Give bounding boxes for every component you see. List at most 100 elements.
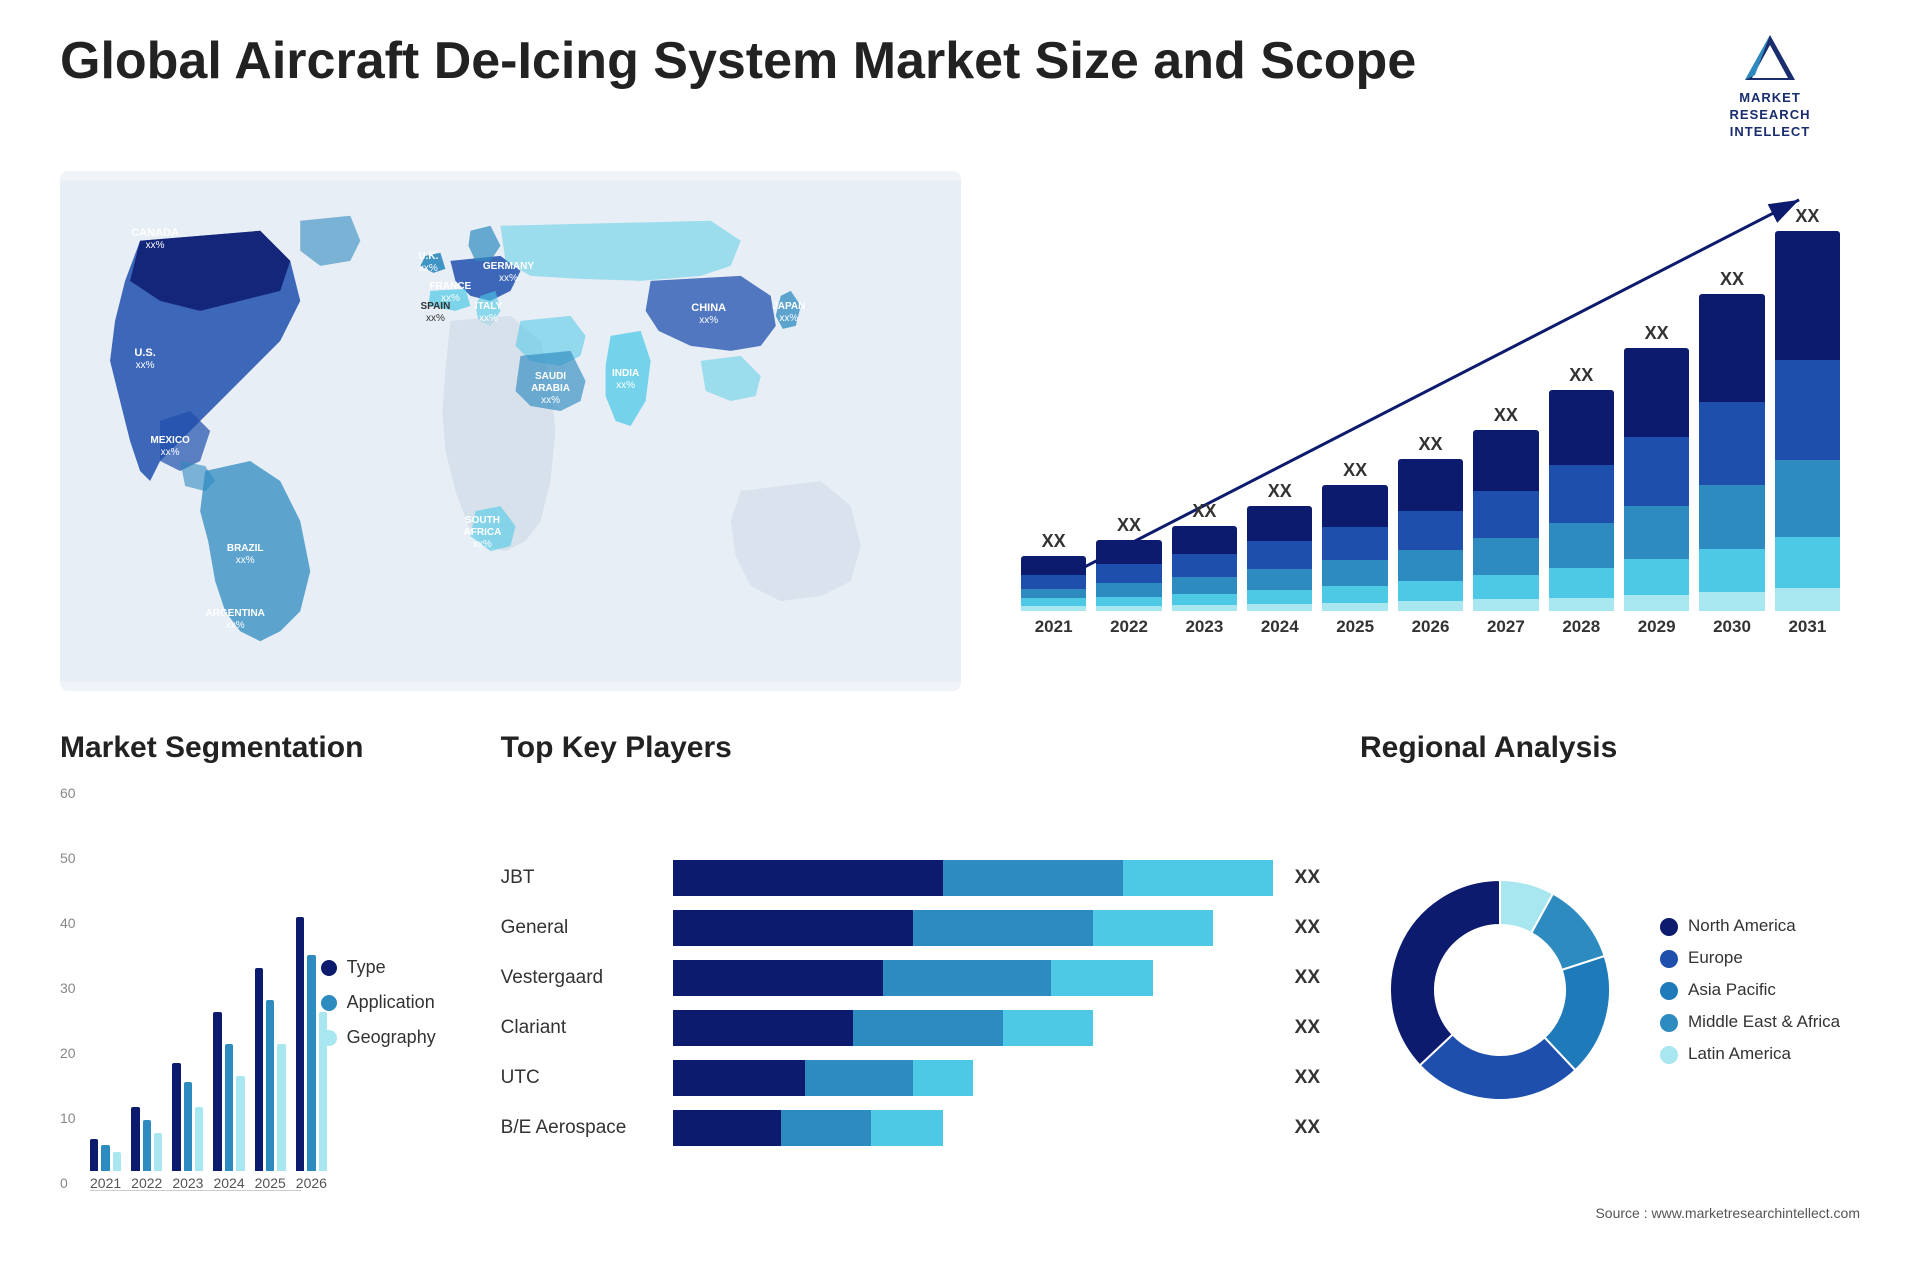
seg-year-group: 2025 xyxy=(255,968,286,1191)
bar-stacked xyxy=(1699,294,1764,610)
bar-segment-1 xyxy=(1398,511,1463,550)
seg-bar-0 xyxy=(255,968,263,1171)
svg-text:xx%: xx% xyxy=(226,620,245,631)
header: Global Aircraft De-Icing System Market S… xyxy=(60,30,1860,141)
seg-year-label: 2026 xyxy=(296,1175,327,1191)
bar-segment-3 xyxy=(1549,568,1614,598)
bar-group: XX xyxy=(1473,405,1538,611)
bar-segment-2 xyxy=(1247,569,1312,590)
seg-bar-2 xyxy=(277,1044,285,1171)
segmentation-title: Market Segmentation xyxy=(60,731,461,765)
reg-legend-label: Asia Pacific xyxy=(1688,980,1776,1000)
svg-text:xx%: xx% xyxy=(419,263,438,274)
svg-text:xx%: xx% xyxy=(236,555,255,566)
svg-text:U.S.: U.S. xyxy=(134,347,155,359)
top-section: CANADA xx% U.S. xx% MEXICO xx% BRAZIL xx… xyxy=(60,171,1860,691)
bar-segment-3 xyxy=(1021,598,1086,605)
logo-text: MARKET RESEARCH INTELLECT xyxy=(1730,90,1811,141)
player-bar-dark xyxy=(673,910,913,946)
y-label: 40 xyxy=(60,915,76,931)
bar-segment-0 xyxy=(1473,430,1538,491)
bar-group: XX xyxy=(1549,365,1614,611)
bar-value-label: XX xyxy=(1569,365,1593,386)
bar-segment-3 xyxy=(1247,590,1312,604)
page-wrapper: Global Aircraft De-Icing System Market S… xyxy=(0,0,1920,1261)
bar-segment-3 xyxy=(1775,537,1840,588)
bar-segment-0 xyxy=(1322,485,1387,527)
bar-segment-1 xyxy=(1699,402,1764,485)
player-bar-wrap xyxy=(673,960,1273,996)
player-bar-inner xyxy=(673,1060,1273,1096)
bar-segment-4 xyxy=(1322,603,1387,610)
reg-legend-label: North America xyxy=(1688,916,1796,936)
bar-segment-1 xyxy=(1775,360,1840,460)
svg-text:GERMANY: GERMANY xyxy=(483,261,534,272)
player-bar-wrap xyxy=(673,1010,1273,1046)
bar-segment-1 xyxy=(1247,541,1312,569)
svg-text:ITALY: ITALY xyxy=(475,301,503,312)
svg-text:xx%: xx% xyxy=(616,380,635,391)
player-bar-light xyxy=(871,1110,943,1146)
seg-year-label: 2022 xyxy=(131,1175,162,1191)
player-bar-inner xyxy=(673,960,1273,996)
logo-area: MARKET RESEARCH INTELLECT xyxy=(1680,30,1860,141)
bar-value-label: XX xyxy=(1268,481,1292,502)
player-value: XX xyxy=(1295,917,1320,939)
players-list: JBTXXGeneralXXVestergaardXXClariantXXUTC… xyxy=(501,785,1320,1221)
svg-text:CHINA: CHINA xyxy=(691,302,726,314)
svg-text:xx%: xx% xyxy=(779,313,798,324)
bar-group: XX xyxy=(1172,501,1237,611)
player-bar-inner xyxy=(673,1010,1273,1046)
player-row: UTC XX xyxy=(501,1060,1320,1096)
player-name: UTC xyxy=(501,1067,661,1089)
svg-text:ARGENTINA: ARGENTINA xyxy=(205,608,264,619)
bar-stacked xyxy=(1322,485,1387,610)
svg-text:CANADA: CANADA xyxy=(131,226,179,238)
bar-value-label: XX xyxy=(1795,206,1819,227)
bottom-section: Market Segmentation 6050403020100 202120… xyxy=(60,731,1860,1221)
seg-bar-0 xyxy=(90,1139,98,1171)
player-bar-mid xyxy=(805,1060,913,1096)
svg-text:xx%: xx% xyxy=(699,315,718,326)
player-bar-light xyxy=(1003,1010,1093,1046)
legend-label: Geography xyxy=(347,1027,436,1048)
bar-year-label: 2027 xyxy=(1473,617,1538,637)
player-row: JBTXX xyxy=(501,860,1320,896)
seg-legend-item: Type xyxy=(321,957,461,978)
bar-segment-3 xyxy=(1322,586,1387,603)
bar-value-label: XX xyxy=(1042,531,1066,552)
seg-year-bars xyxy=(213,1012,244,1170)
seg-bar-1 xyxy=(184,1082,192,1171)
svg-text:xx%: xx% xyxy=(146,239,165,250)
svg-text:BRAZIL: BRAZIL xyxy=(227,543,264,554)
bar-group: XX xyxy=(1247,481,1312,611)
segmentation-panel: Market Segmentation 6050403020100 202120… xyxy=(60,731,461,1221)
player-name: B/E Aerospace xyxy=(501,1117,661,1139)
player-bar-mid xyxy=(913,910,1093,946)
player-bar-light xyxy=(1051,960,1153,996)
seg-bar-1 xyxy=(307,955,315,1170)
bar-group: XX xyxy=(1096,515,1161,610)
seg-year-bars xyxy=(296,917,327,1170)
svg-text:xx%: xx% xyxy=(473,539,492,550)
player-bar-mid xyxy=(943,860,1123,896)
player-value: XX xyxy=(1295,1067,1320,1089)
seg-year-bars xyxy=(90,1139,121,1171)
regional-content: North AmericaEuropeAsia PacificMiddle Ea… xyxy=(1360,785,1860,1195)
bar-segment-1 xyxy=(1473,491,1538,538)
bar-segment-1 xyxy=(1096,564,1161,583)
player-bar-dark xyxy=(673,960,883,996)
svg-text:FRANCE: FRANCE xyxy=(430,281,472,292)
bar-chart-container: XXXXXXXXXXXXXXXXXXXXXX 20212022202320242… xyxy=(1001,171,1860,691)
bar-stacked xyxy=(1398,459,1463,611)
svg-text:INDIA: INDIA xyxy=(612,368,639,379)
svg-text:SPAIN: SPAIN xyxy=(420,301,450,312)
seg-bar-2 xyxy=(236,1076,244,1171)
bar-stacked xyxy=(1549,390,1614,611)
svg-text:xx%: xx% xyxy=(136,360,155,371)
bar-segment-2 xyxy=(1473,538,1538,575)
bar-year-label: 2028 xyxy=(1549,617,1614,637)
svg-text:U.K.: U.K. xyxy=(418,250,438,261)
player-bar-wrap xyxy=(673,1110,1273,1146)
bar-group: XX xyxy=(1775,206,1840,611)
